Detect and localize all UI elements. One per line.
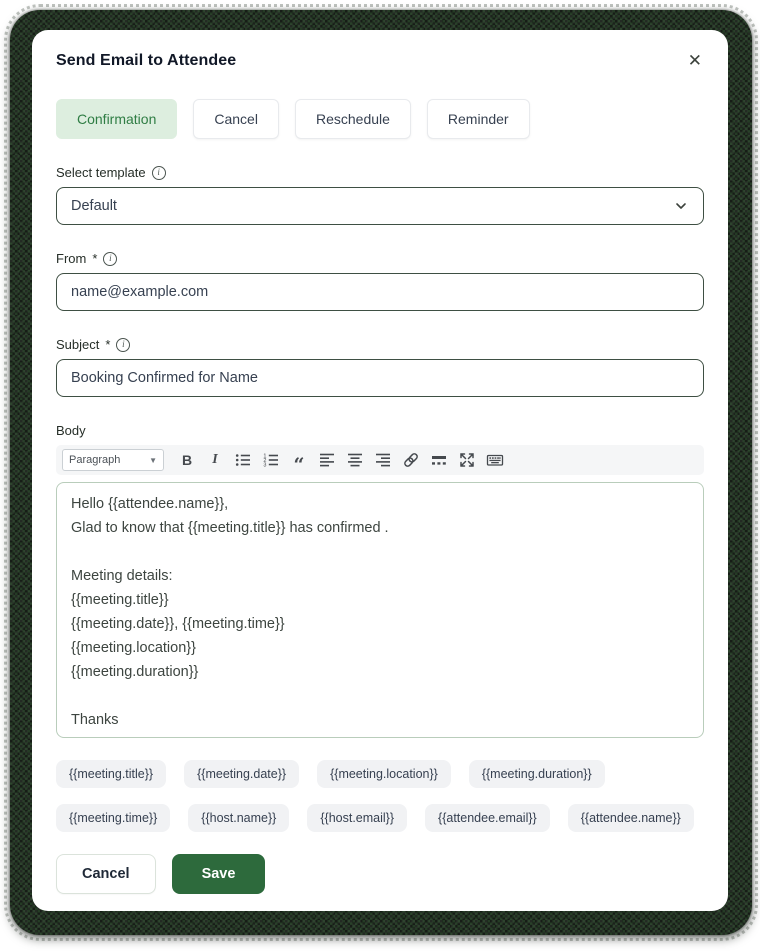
close-icon[interactable]: ✕	[686, 46, 704, 75]
variable-chip-host-email[interactable]: {{host.email}}	[307, 804, 408, 832]
variable-chip-meeting-time[interactable]: {{meeting.time}}	[56, 804, 171, 832]
variable-chip-attendee-email[interactable]: {{attendee.email}}	[425, 804, 550, 832]
align-center-icon[interactable]	[342, 448, 368, 472]
cancel-button[interactable]: Cancel	[56, 854, 156, 894]
subject-field-group: Subject * i	[56, 337, 704, 397]
page: Send Email to Attendee ✕ Confirmation Ca…	[0, 0, 760, 951]
horizontal-rule-icon[interactable]	[426, 448, 452, 472]
from-field-group: From * i	[56, 251, 704, 311]
modal-footer: Cancel Save	[56, 854, 704, 894]
editor-line: Thanks	[71, 712, 119, 728]
template-label: Select template i	[56, 165, 704, 180]
info-icon: i	[116, 337, 131, 352]
caret-down-icon: ▼	[149, 455, 157, 465]
save-button[interactable]: Save	[171, 854, 266, 894]
link-icon[interactable]	[398, 448, 424, 472]
tab-reminder[interactable]: Reminder	[426, 99, 530, 139]
editor-line: Glad to know that {{meeting.title}} has …	[71, 520, 389, 536]
info-icon: i	[103, 251, 118, 266]
variable-chips-row-1: {{meeting.title}} {{meeting.date}} {{mee…	[56, 760, 704, 788]
modal-title: Send Email to Attendee	[56, 52, 237, 69]
fullscreen-icon[interactable]	[454, 448, 480, 472]
send-email-modal: Send Email to Attendee ✕ Confirmation Ca…	[32, 30, 728, 911]
editor-line: {{meeting.duration}}	[71, 664, 199, 680]
modal-header: Send Email to Attendee ✕	[56, 46, 704, 75]
body-editor[interactable]: Hello {{attendee.name}}, Glad to know th…	[56, 482, 704, 738]
variable-chip-meeting-date[interactable]: {{meeting.date}}	[184, 760, 300, 788]
body-field-group: Body Paragraph ▼ B I 123 “ Hello {{atten…	[56, 423, 704, 738]
ordered-list-icon[interactable]: 123	[258, 448, 284, 472]
variable-chip-meeting-location[interactable]: {{meeting.location}}	[317, 760, 451, 788]
template-select-value: Default	[71, 198, 117, 214]
editor-line: Meeting details:	[71, 568, 173, 584]
subject-input[interactable]	[56, 359, 704, 397]
italic-button[interactable]: I	[202, 448, 228, 472]
variable-chip-meeting-duration[interactable]: {{meeting.duration}}	[468, 760, 605, 788]
unordered-list-icon[interactable]	[230, 448, 256, 472]
from-label: From * i	[56, 251, 704, 266]
tab-reschedule[interactable]: Reschedule	[294, 99, 411, 139]
variable-chip-attendee-name[interactable]: {{attendee.name}}	[567, 804, 694, 832]
align-right-icon[interactable]	[370, 448, 396, 472]
editor-line: {{meeting.location}}	[71, 640, 196, 656]
tab-cancel[interactable]: Cancel	[193, 99, 279, 139]
email-type-tabs: Confirmation Cancel Reschedule Reminder	[56, 99, 704, 139]
info-icon: i	[151, 165, 166, 180]
chevron-down-icon	[673, 198, 689, 214]
align-left-icon[interactable]	[314, 448, 340, 472]
variable-chip-host-name[interactable]: {{host.name}}	[188, 804, 290, 832]
blockquote-icon[interactable]: “	[286, 448, 312, 475]
template-field-group: Select template i Default	[56, 165, 704, 225]
paragraph-select[interactable]: Paragraph ▼	[62, 449, 164, 471]
variable-chip-meeting-title[interactable]: {{meeting.title}}	[56, 760, 167, 788]
svg-text:3: 3	[263, 463, 266, 469]
editor-toolbar: Paragraph ▼ B I 123 “	[56, 445, 704, 475]
tab-confirmation[interactable]: Confirmation	[56, 99, 178, 139]
editor-line: {{meeting.date}}, {{meeting.time}}	[71, 616, 285, 632]
bold-button[interactable]: B	[174, 448, 200, 472]
editor-line: {{meeting.title}}	[71, 592, 169, 608]
body-label: Body	[56, 423, 86, 438]
from-input[interactable]	[56, 273, 704, 311]
subject-label: Subject * i	[56, 337, 704, 352]
keyboard-icon[interactable]	[482, 448, 508, 472]
editor-line: Hello {{attendee.name}},	[71, 496, 229, 512]
template-select[interactable]: Default	[56, 187, 704, 225]
variable-chips-row-2: {{meeting.time}} {{host.name}} {{host.em…	[56, 804, 704, 832]
